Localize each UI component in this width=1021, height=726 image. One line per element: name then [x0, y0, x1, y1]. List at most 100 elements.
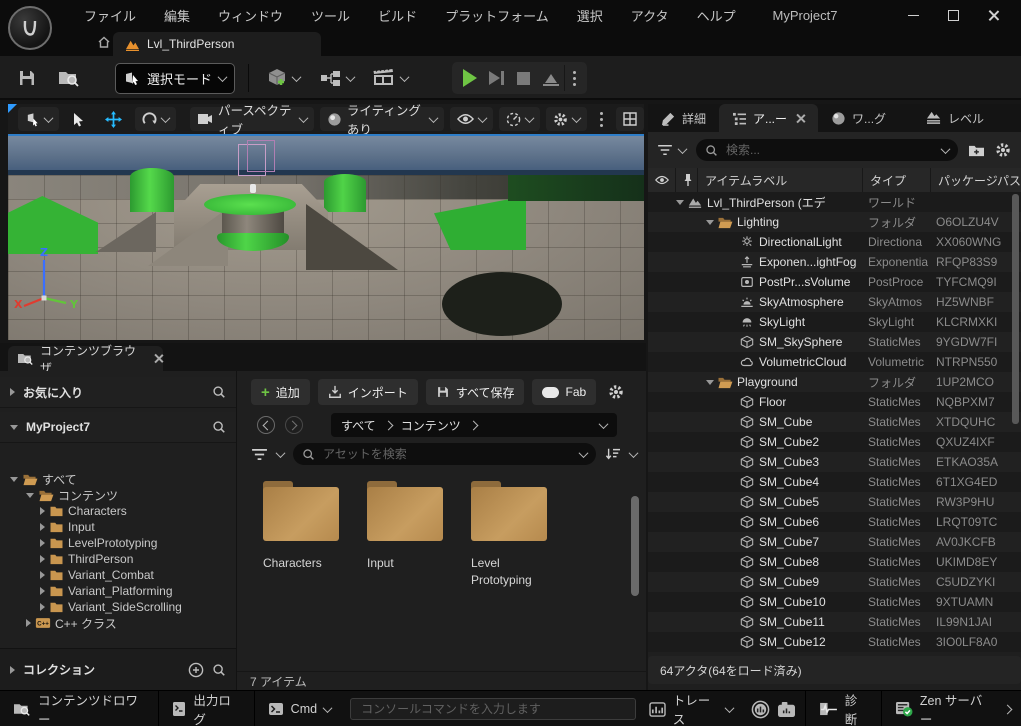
breadcrumb-all[interactable]: すべて: [341, 417, 376, 434]
asset-search-input[interactable]: [321, 446, 574, 462]
outliner-row[interactable]: SkyAtmosphere SkyAtmos HZ5WNBF: [648, 292, 1021, 312]
column-pin[interactable]: [676, 168, 698, 192]
minimize-button[interactable]: [893, 0, 933, 30]
add-actor-dropdown[interactable]: [266, 65, 302, 91]
outliner-row[interactable]: SM_Cube7 StaticMes AV0JKCFB: [648, 532, 1021, 552]
select-mode-dropdown[interactable]: 選択モード: [115, 63, 235, 94]
viewport-settings-dropdown[interactable]: [546, 107, 587, 131]
select-tool-button[interactable]: [65, 107, 92, 131]
outliner-row[interactable]: Floor StaticMes NQBPXM7: [648, 392, 1021, 412]
viewport[interactable]: パースペクティブ ライティングあり Z X Y: [8, 104, 644, 340]
outliner-row[interactable]: SkyLight SkyLight KLCRMXKI: [648, 312, 1021, 332]
performance-dropdown[interactable]: [499, 107, 540, 131]
outliner-search-input[interactable]: [724, 142, 936, 158]
menu-item-6[interactable]: 選択: [565, 3, 615, 28]
asset-folder-input[interactable]: Input: [357, 481, 453, 572]
collections-section[interactable]: コレクション: [0, 648, 236, 690]
tab-outliner[interactable]: ア...ー: [719, 104, 819, 132]
outliner-row[interactable]: Exponen...ightFog Exponentia RFQP83S9: [648, 252, 1021, 272]
sort-icon[interactable]: [605, 447, 621, 461]
outliner-row[interactable]: Lighting フォルダ O6OLZU4V: [648, 212, 1021, 232]
content-settings-gear-icon[interactable]: [608, 384, 624, 400]
view-mode-dropdown[interactable]: ライティングあり: [319, 104, 444, 137]
outliner-settings-gear-icon[interactable]: [995, 142, 1011, 158]
outliner-row[interactable]: SM_SkySphere StaticMes 9YGDW7FI: [648, 332, 1021, 352]
menu-item-5[interactable]: プラットフォーム: [433, 3, 561, 28]
tree-item--[interactable]: コンテンツ: [0, 487, 237, 503]
search-icon[interactable]: [212, 385, 226, 399]
outliner-row[interactable]: Lvl_ThirdPerson (エデ ワールド: [648, 192, 1021, 212]
cmd-dropdown[interactable]: Cmd: [255, 691, 344, 726]
maximize-viewport-button[interactable]: [616, 107, 644, 131]
filter-icon[interactable]: [657, 144, 673, 156]
outliner-row[interactable]: SM_Cube9 StaticMes C5UDZYKI: [648, 572, 1021, 592]
close-tab-icon[interactable]: [154, 354, 163, 363]
content-scrollbar[interactable]: [631, 496, 639, 596]
maximize-button[interactable]: [933, 0, 973, 30]
tree-item-input[interactable]: Input: [0, 519, 237, 535]
cinematics-dropdown[interactable]: [372, 65, 410, 91]
caret-right-icon[interactable]: [40, 555, 45, 563]
asset-folder-characters[interactable]: Characters: [253, 481, 349, 572]
save-all-button[interactable]: すべて保存: [425, 379, 525, 405]
diagnostics-button[interactable]: 診断: [806, 691, 881, 726]
zen-server-button[interactable]: Zen サーバー: [882, 691, 1004, 726]
caret-down-icon[interactable]: [26, 492, 34, 498]
caret-down-icon[interactable]: [706, 219, 714, 225]
tree-item-variant_combat[interactable]: Variant_Combat: [0, 567, 237, 583]
project-section[interactable]: MyProject7: [0, 412, 236, 443]
menu-item-0[interactable]: ファイル: [72, 3, 148, 28]
favorites-section[interactable]: お気に入り: [0, 377, 236, 408]
column-type[interactable]: タイプ: [863, 168, 931, 192]
tree-item-thirdperson[interactable]: ThirdPerson: [0, 551, 237, 567]
tab-levels[interactable]: レベル: [913, 104, 997, 132]
forward-button[interactable]: [285, 416, 303, 434]
outliner-row[interactable]: SM_Cube8 StaticMes UKIMD8EY: [648, 552, 1021, 572]
search-icon[interactable]: [212, 420, 226, 434]
output-log-button[interactable]: 出力ログ: [159, 691, 253, 726]
outliner-row[interactable]: DirectionalLight Directiona XX060WNG: [648, 232, 1021, 252]
unreal-engine-logo-icon[interactable]: [8, 6, 52, 50]
menu-item-8[interactable]: ヘルプ: [685, 3, 748, 28]
caret-right-icon[interactable]: [40, 507, 45, 515]
platforms-button[interactable]: [537, 65, 564, 91]
viewport-scene-3d[interactable]: Z X Y: [8, 134, 644, 340]
tree-item-levelprototyping[interactable]: LevelPrototyping: [0, 535, 237, 551]
collapse-chevron-icon[interactable]: [1002, 704, 1013, 714]
column-item-label[interactable]: アイテムラベル: [698, 168, 863, 192]
caret-right-icon[interactable]: [40, 539, 45, 547]
asset-search-field[interactable]: [293, 443, 596, 465]
browse-content-button[interactable]: [56, 65, 82, 91]
back-button[interactable]: [257, 416, 275, 434]
search-icon[interactable]: [212, 663, 226, 677]
tab-details[interactable]: 詳細: [648, 104, 719, 132]
menu-item-3[interactable]: ツール: [299, 3, 362, 28]
tab-level-lvl-thirdperson[interactable]: Lvl_ThirdPerson: [113, 32, 321, 56]
caret-down-icon[interactable]: [676, 199, 684, 205]
add-collection-icon[interactable]: [188, 662, 204, 678]
home-icon[interactable]: [96, 34, 112, 50]
rotate-tool-dropdown[interactable]: [135, 107, 176, 131]
column-visibility[interactable]: [648, 168, 676, 192]
console-command-field[interactable]: [350, 698, 636, 720]
filter-icon[interactable]: [251, 448, 268, 461]
import-button[interactable]: インポート: [317, 379, 418, 405]
outliner-row[interactable]: SM_Cube3 StaticMes ETKAO35A: [648, 452, 1021, 472]
close-button[interactable]: [973, 0, 1013, 30]
trace-dropdown[interactable]: トレース: [636, 691, 746, 726]
outliner-row[interactable]: SM_Cube6 StaticMes LRQT09TC: [648, 512, 1021, 532]
add-button[interactable]: + 追加: [251, 379, 310, 405]
outliner-search-field[interactable]: [696, 139, 958, 161]
outliner-row[interactable]: SM_Cube StaticMes XTDQUHC: [648, 412, 1021, 432]
tree-item--[interactable]: すべて: [0, 471, 237, 487]
caret-right-icon[interactable]: [26, 619, 31, 627]
outliner-row[interactable]: SM_Cube10 StaticMes 9XTUAMN: [648, 592, 1021, 612]
caret-down-icon[interactable]: [10, 476, 18, 482]
menu-item-4[interactable]: ビルド: [366, 3, 429, 28]
outliner-row[interactable]: VolumetricCloud Volumetric NTRPN550: [648, 352, 1021, 372]
frame-skip-button[interactable]: [483, 65, 510, 91]
menu-item-7[interactable]: アクタ: [619, 3, 681, 28]
outliner-row[interactable]: SM_Cube4 StaticMes 6T1XG4ED: [648, 472, 1021, 492]
snapshot-button[interactable]: [775, 691, 805, 726]
outliner-row[interactable]: SM_Cube5 StaticMes RW3P9HU: [648, 492, 1021, 512]
